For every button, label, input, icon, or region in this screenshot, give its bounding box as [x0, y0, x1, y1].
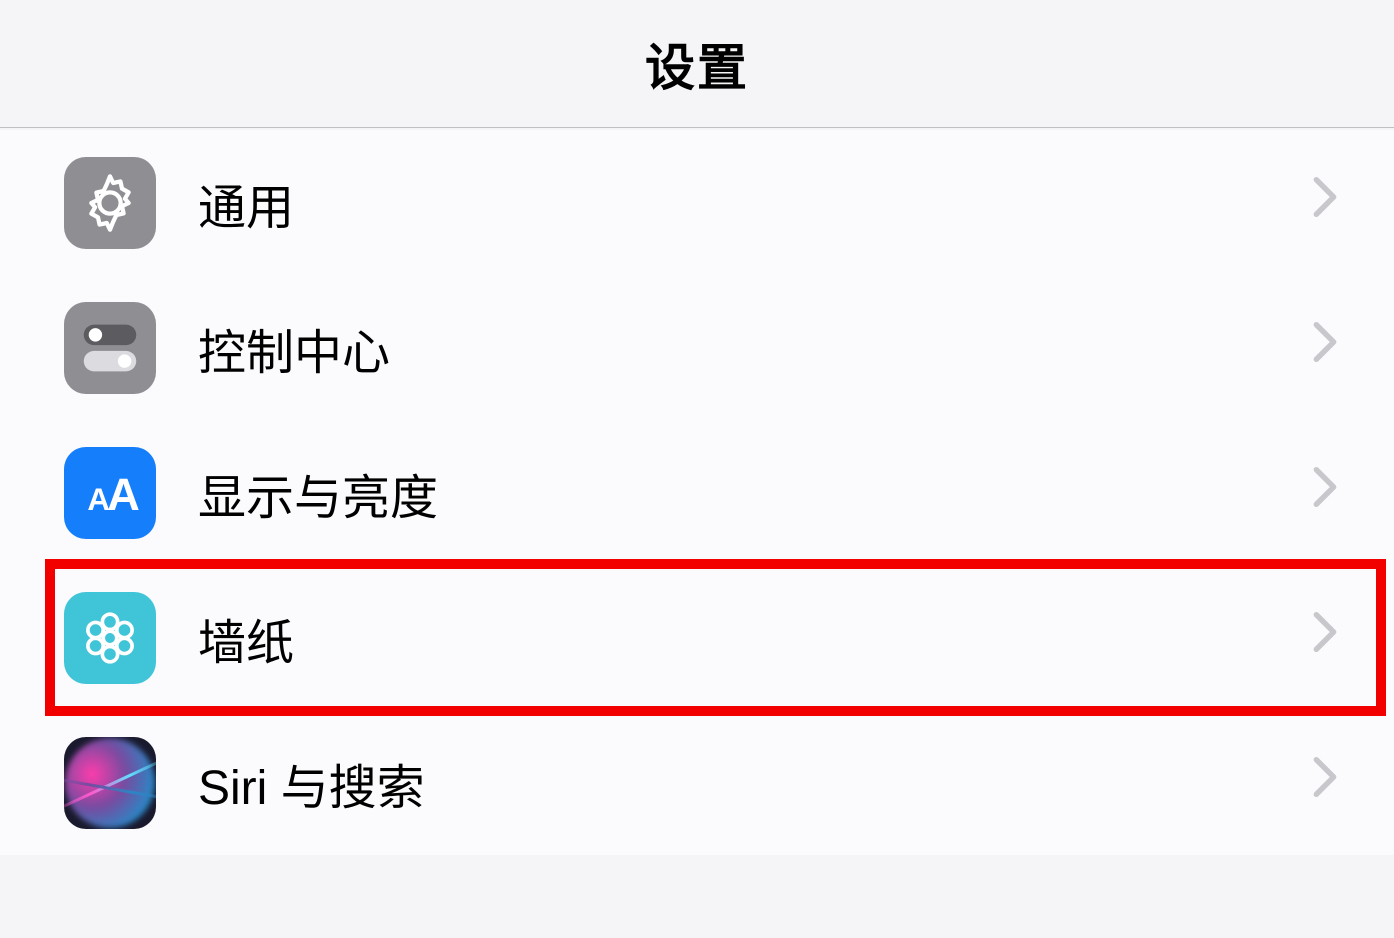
row-label: Siri 与搜索 [198, 748, 1312, 818]
row-label: 墙纸 [198, 603, 1312, 673]
settings-header: 设置 [0, 0, 1394, 128]
chevron-right-icon [1312, 755, 1354, 810]
gear-icon [64, 157, 156, 249]
svg-text:A: A [107, 469, 140, 520]
chevron-right-icon [1312, 610, 1354, 665]
flower-icon [64, 592, 156, 684]
chevron-right-icon [1312, 175, 1354, 230]
settings-row-siri[interactable]: Siri 与搜索 [0, 710, 1394, 855]
page-title: 设置 [645, 28, 749, 100]
settings-row-wallpaper[interactable]: 墙纸 [0, 565, 1394, 710]
settings-row-general[interactable]: 通用 [0, 130, 1394, 275]
chevron-right-icon [1312, 465, 1354, 520]
settings-row-control-center[interactable]: 控制中心 [0, 275, 1394, 420]
toggles-icon [64, 302, 156, 394]
text-size-icon: A A [64, 447, 156, 539]
row-label: 控制中心 [198, 313, 1312, 383]
siri-icon [64, 737, 156, 829]
settings-row-display[interactable]: A A 显示与亮度 [0, 420, 1394, 565]
settings-list: 通用 控制中心 [0, 130, 1394, 855]
chevron-right-icon [1312, 320, 1354, 375]
row-label: 显示与亮度 [198, 458, 1312, 528]
row-label: 通用 [198, 168, 1312, 238]
